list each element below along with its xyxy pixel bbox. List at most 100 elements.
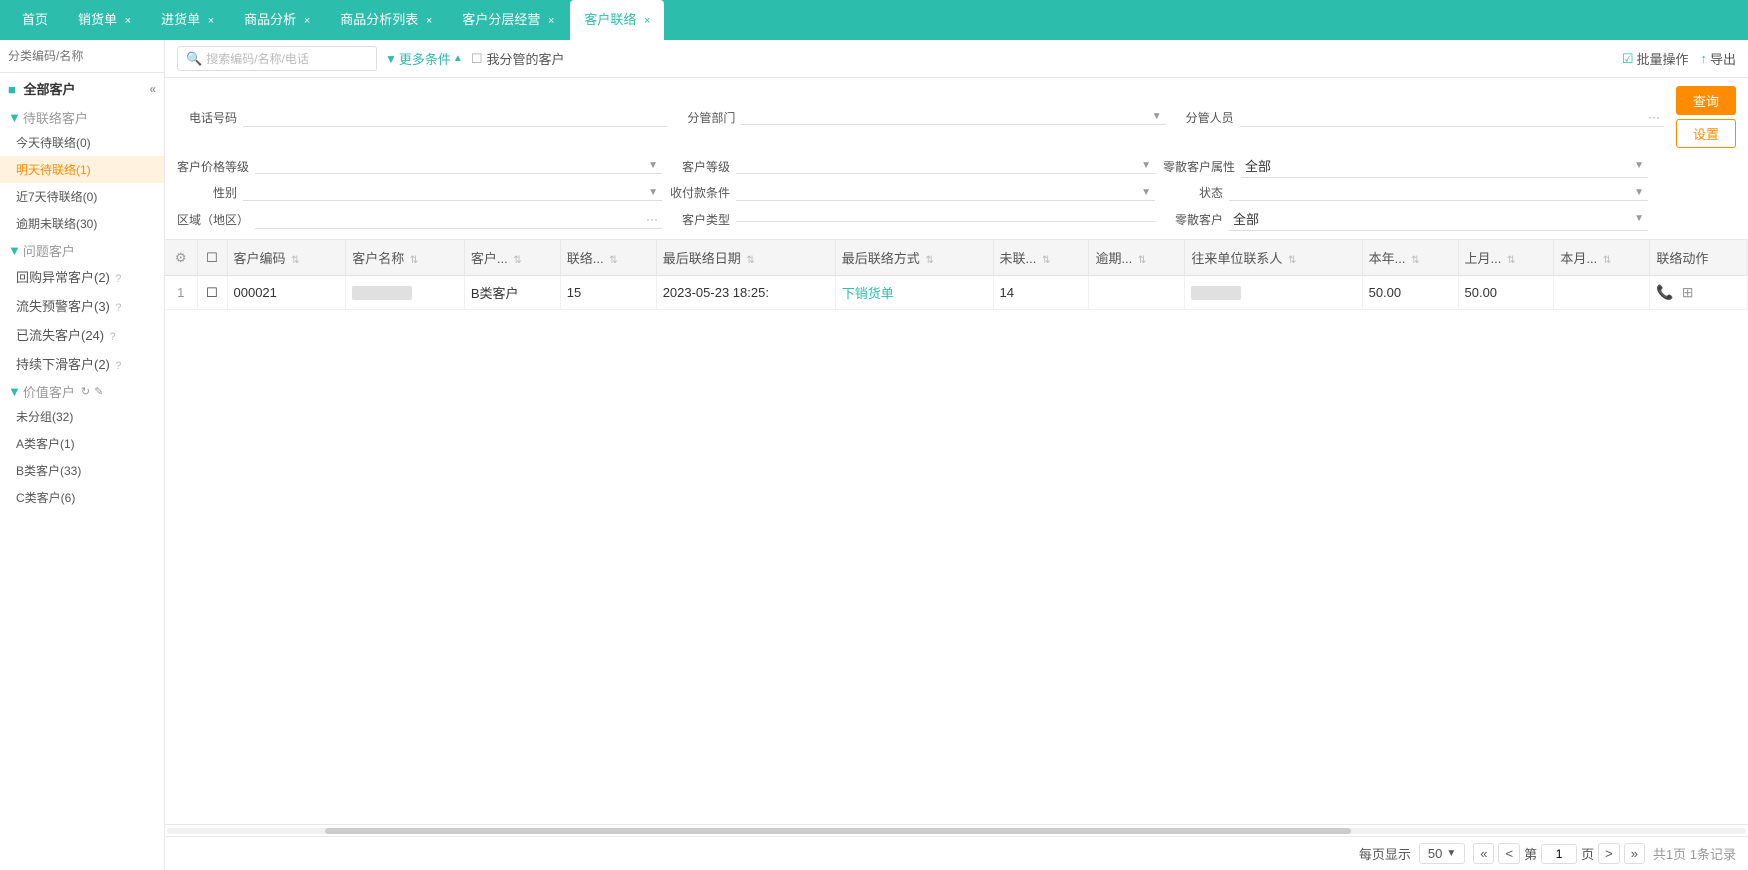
horizontal-scrollbar[interactable] [165, 824, 1748, 836]
table-row: 1 ☐ 000021 B类客户 15 2023-05-23 18:25: 下销货… [165, 276, 1748, 310]
adv-gender-select[interactable]: ▼ [243, 185, 662, 201]
adv-field-customer-level: 客户等级 ▼ [670, 158, 1155, 175]
adv-area-select[interactable]: ··· [255, 210, 662, 229]
nav-analysis[interactable]: 商品分析 × [230, 0, 324, 40]
nav-close-sales[interactable]: × [125, 15, 131, 27]
nav-customer-contact[interactable]: 客户联络 × [570, 0, 664, 40]
content-area: 🔍 搜索编码/名称/电话 ▼ 更多条件 ▲ ☐ 我分管的客户 ☑ 批量操作 ↑ … [165, 40, 1748, 870]
nav-close-customer-segment[interactable]: × [548, 15, 554, 27]
scrollbar-thumb[interactable] [325, 828, 1351, 834]
adv-retail-attr-select[interactable]: 全部▼ [1241, 154, 1648, 178]
sidebar-item-declining[interactable]: 持续下滑客户(2) ? [0, 349, 164, 378]
page-unit: 页 [1581, 844, 1594, 863]
adv-status-select[interactable]: ▼ [1229, 185, 1648, 201]
col-unit-contact[interactable]: 往来单位联系人 ⇅ [1185, 240, 1362, 276]
adv-retail-customer-select[interactable]: 全部▼ [1229, 207, 1648, 231]
col-this-year[interactable]: 本年... ⇅ [1362, 240, 1458, 276]
nav-close-analysis-list[interactable]: × [426, 15, 432, 27]
sidebar-item-churned[interactable]: 已流失客户(24) ? [0, 320, 164, 349]
adv-phone-input[interactable] [243, 108, 667, 127]
top-nav: 首页 销货单 × 进货单 × 商品分析 × 商品分析列表 × 客户分层经营 × … [0, 0, 1748, 40]
page-next-btn[interactable]: > [1598, 843, 1620, 864]
sidebar-section-pending: ▼ 待联络客户 [0, 104, 164, 129]
sidebar-item-abnormal[interactable]: 回购异常客户(2) ? [0, 262, 164, 291]
cell-checkbox[interactable]: ☐ [197, 276, 227, 310]
nav-analysis-list[interactable]: 商品分析列表 × [326, 0, 446, 40]
total-record: 共1页 1条记录 [1653, 844, 1736, 863]
per-page-select[interactable]: 50 ▼ [1419, 843, 1465, 864]
col-checkbox[interactable]: ☐ [197, 240, 227, 276]
col-contacts[interactable]: 联络... ⇅ [560, 240, 656, 276]
filter-search-box[interactable]: 🔍 搜索编码/名称/电话 [177, 46, 377, 71]
col-type[interactable]: 客户... ⇅ [464, 240, 560, 276]
cell-contacts: 15 [560, 276, 656, 310]
query-btn[interactable]: 查询 [1676, 86, 1736, 115]
cell-not-contacted: 14 [993, 276, 1089, 310]
page-first-btn[interactable]: « [1473, 843, 1494, 864]
nav-customer-segment[interactable]: 客户分层经营 × [448, 0, 568, 40]
adv-field-status: 状态 ▼ [1163, 184, 1648, 201]
sidebar-item-churn-warning[interactable]: 流失预警客户(3) ? [0, 291, 164, 320]
col-name[interactable]: 客户名称 ⇅ [346, 240, 465, 276]
sidebar-item-today[interactable]: 今天待联络(0) [0, 129, 164, 156]
sidebar-item-classC[interactable]: C类客户(6) [0, 484, 164, 511]
page-label: 第 [1524, 844, 1537, 863]
col-action-label: 联络动作 [1656, 251, 1708, 266]
col-not-contacted[interactable]: 未联... ⇅ [993, 240, 1089, 276]
nav-home[interactable]: 首页 [8, 0, 62, 40]
col-this-month-sort: ⇅ [1603, 255, 1611, 266]
page-prev-btn[interactable]: < [1498, 843, 1520, 864]
header-checkbox[interactable]: ☐ [206, 250, 218, 265]
adv-gender-label: 性别 [177, 184, 237, 201]
col-action: 联络动作 [1650, 240, 1748, 276]
adv-person-select[interactable]: ··· [1240, 108, 1664, 127]
page-last-btn[interactable]: » [1624, 843, 1645, 864]
sidebar-item-classB[interactable]: B类客户(33) [0, 457, 164, 484]
col-last-way[interactable]: 最后联络方式 ⇅ [835, 240, 993, 276]
nav-close-purchase[interactable]: × [208, 15, 214, 27]
gear-icon[interactable]: ⚙ [175, 250, 187, 265]
nav-close-customer-contact[interactable]: × [644, 15, 650, 27]
col-overdue[interactable]: 逾期... ⇅ [1089, 240, 1185, 276]
filter-my-customers[interactable]: ☐ 我分管的客户 [471, 49, 565, 68]
col-this-year-sort: ⇅ [1411, 255, 1419, 266]
page-input[interactable] [1541, 844, 1577, 864]
sidebar-group-all[interactable]: ■ 全部客户 « [0, 73, 164, 104]
adv-dept-select[interactable]: ▼ [741, 109, 1165, 125]
nav-close-analysis[interactable]: × [304, 15, 310, 27]
nav-purchase[interactable]: 进货单 × [147, 0, 228, 40]
col-unit-contact-sort: ⇅ [1288, 255, 1296, 266]
cell-action: 📞 ⊞ [1650, 276, 1748, 310]
sidebar-item-overdue[interactable]: 逾期未联络(30) [0, 210, 164, 237]
adv-customer-level-select[interactable]: ▼ [736, 158, 1155, 174]
last-way-link[interactable]: 下销货单 [842, 286, 894, 301]
filter-more-btn[interactable]: ▼ 更多条件 ▲ [385, 49, 463, 68]
adv-customer-level-label: 客户等级 [670, 158, 730, 175]
data-table-container: ⚙ ☐ 客户编码 ⇅ 客户名称 ⇅ [165, 240, 1748, 824]
set-btn[interactable]: 设置 [1676, 119, 1736, 148]
nav-sales[interactable]: 销货单 × [64, 0, 145, 40]
adv-dept-label: 分管部门 [675, 109, 735, 126]
cell-last-way[interactable]: 下销货单 [835, 276, 993, 310]
export-btn[interactable]: ↑ 导出 [1700, 49, 1736, 68]
adv-payment-select[interactable]: ▼ [736, 185, 1155, 201]
sidebar-item-ungrouped[interactable]: 未分组(32) [0, 403, 164, 430]
col-code[interactable]: 客户编码 ⇅ [227, 240, 346, 276]
col-this-month[interactable]: 本月... ⇅ [1554, 240, 1650, 276]
row-checkbox[interactable]: ☐ [206, 285, 218, 300]
sidebar-item-classA[interactable]: A类客户(1) [0, 430, 164, 457]
batch-operation-btn[interactable]: ☑ 批量操作 [1622, 49, 1689, 68]
col-gear[interactable]: ⚙ [165, 240, 197, 276]
sidebar-item-7days[interactable]: 近7天待联络(0) [0, 183, 164, 210]
col-last-month[interactable]: 上月... ⇅ [1458, 240, 1554, 276]
sidebar-search-input[interactable] [8, 49, 163, 63]
col-last-date[interactable]: 最后联络日期 ⇅ [656, 240, 835, 276]
cell-code: 000021 [227, 276, 346, 310]
adv-customer-type-select[interactable] [736, 217, 1155, 222]
sidebar-collapse-icon[interactable]: « [149, 82, 156, 96]
action-grid-icon[interactable]: ⊞ [1682, 284, 1694, 301]
action-phone-icon[interactable]: 📞 [1656, 284, 1673, 301]
sidebar-item-tomorrow[interactable]: 明天待联络(1) [0, 156, 164, 183]
adv-price-level-select[interactable]: ▼ [255, 158, 662, 174]
adv-row-4: 区域（地区） ··· 客户类型 零散客户 全部▼ [177, 207, 1736, 231]
